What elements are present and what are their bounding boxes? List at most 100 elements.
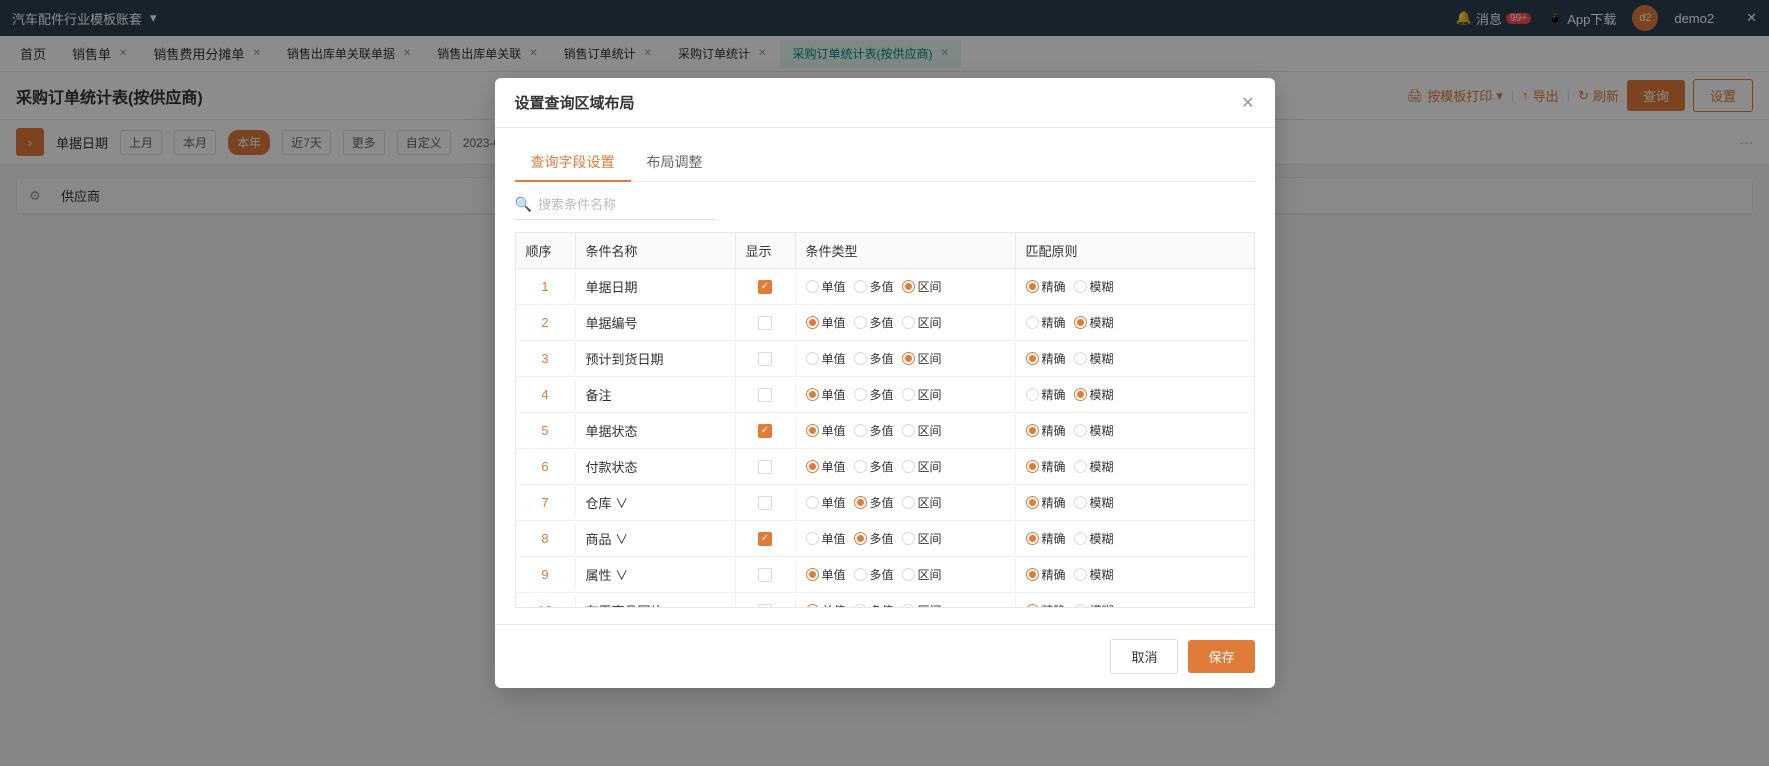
row-display[interactable] xyxy=(736,524,796,554)
type-multi[interactable]: 多值 xyxy=(854,602,894,608)
radio-range[interactable] xyxy=(902,424,915,437)
match-fuzzy[interactable]: 模糊 xyxy=(1074,278,1114,295)
type-range[interactable]: 区间 xyxy=(902,314,942,331)
radio-range[interactable] xyxy=(902,388,915,401)
type-single[interactable]: 单值 xyxy=(806,422,846,439)
row-display[interactable] xyxy=(736,488,796,518)
radio-exact[interactable] xyxy=(1026,388,1039,401)
radio-exact[interactable] xyxy=(1026,352,1039,365)
radio-multi[interactable] xyxy=(854,280,867,293)
type-multi[interactable]: 多值 xyxy=(854,530,894,547)
match-exact[interactable]: 精确 xyxy=(1026,530,1066,547)
save-button[interactable]: 保存 xyxy=(1188,640,1254,673)
radio-range[interactable] xyxy=(902,568,915,581)
radio-fuzzy[interactable] xyxy=(1074,424,1087,437)
type-range[interactable]: 区间 xyxy=(902,566,942,583)
type-range[interactable]: 区间 xyxy=(902,494,942,511)
type-single[interactable]: 单值 xyxy=(806,530,846,547)
cancel-button[interactable]: 取消 xyxy=(1110,639,1178,674)
radio-fuzzy[interactable] xyxy=(1074,460,1087,473)
type-multi[interactable]: 多值 xyxy=(854,566,894,583)
match-fuzzy[interactable]: 模糊 xyxy=(1074,566,1114,583)
row-display[interactable] xyxy=(736,596,796,609)
radio-exact[interactable] xyxy=(1026,316,1039,329)
tab-field-settings[interactable]: 查询字段设置 xyxy=(515,144,631,182)
radio-single[interactable] xyxy=(806,460,819,473)
type-multi[interactable]: 多值 xyxy=(854,458,894,475)
radio-exact[interactable] xyxy=(1026,496,1039,509)
radio-multi[interactable] xyxy=(854,532,867,545)
type-range[interactable]: 区间 xyxy=(902,458,942,475)
radio-exact[interactable] xyxy=(1026,424,1039,437)
match-fuzzy[interactable]: 模糊 xyxy=(1074,458,1114,475)
type-range[interactable]: 区间 xyxy=(902,278,942,295)
type-multi[interactable]: 多值 xyxy=(854,386,894,403)
radio-single[interactable] xyxy=(806,496,819,509)
type-range[interactable]: 区间 xyxy=(902,530,942,547)
display-checkbox[interactable] xyxy=(758,280,772,294)
type-single[interactable]: 单值 xyxy=(806,494,846,511)
radio-single[interactable] xyxy=(806,352,819,365)
row-display[interactable] xyxy=(736,452,796,482)
display-checkbox[interactable] xyxy=(758,424,772,438)
radio-fuzzy[interactable] xyxy=(1074,352,1087,365)
match-exact[interactable]: 精确 xyxy=(1026,386,1066,403)
radio-multi[interactable] xyxy=(854,568,867,581)
row-display[interactable] xyxy=(736,560,796,590)
radio-range[interactable] xyxy=(902,460,915,473)
match-exact[interactable]: 精确 xyxy=(1026,422,1066,439)
match-exact[interactable]: 精确 xyxy=(1026,458,1066,475)
radio-range[interactable] xyxy=(902,280,915,293)
type-single[interactable]: 单值 xyxy=(806,386,846,403)
type-range[interactable]: 区间 xyxy=(902,386,942,403)
match-exact[interactable]: 精确 xyxy=(1026,314,1066,331)
radio-multi[interactable] xyxy=(854,316,867,329)
match-fuzzy[interactable]: 模糊 xyxy=(1074,386,1114,403)
radio-range[interactable] xyxy=(902,352,915,365)
radio-range[interactable] xyxy=(902,496,915,509)
radio-single[interactable] xyxy=(806,280,819,293)
radio-range[interactable] xyxy=(902,532,915,545)
match-exact[interactable]: 精确 xyxy=(1026,350,1066,367)
radio-fuzzy[interactable] xyxy=(1074,316,1087,329)
type-single[interactable]: 单值 xyxy=(806,350,846,367)
radio-exact[interactable] xyxy=(1026,604,1039,608)
radio-fuzzy[interactable] xyxy=(1074,568,1087,581)
radio-multi[interactable] xyxy=(854,496,867,509)
display-checkbox[interactable] xyxy=(758,388,772,402)
row-display[interactable] xyxy=(736,416,796,446)
display-checkbox[interactable] xyxy=(758,460,772,474)
radio-exact[interactable] xyxy=(1026,532,1039,545)
radio-fuzzy[interactable] xyxy=(1074,388,1087,401)
type-range[interactable]: 区间 xyxy=(902,602,942,608)
radio-exact[interactable] xyxy=(1026,280,1039,293)
match-fuzzy[interactable]: 模糊 xyxy=(1074,494,1114,511)
type-single[interactable]: 单值 xyxy=(806,566,846,583)
display-checkbox[interactable] xyxy=(758,316,772,330)
radio-multi[interactable] xyxy=(854,352,867,365)
type-multi[interactable]: 多值 xyxy=(854,350,894,367)
type-multi[interactable]: 多值 xyxy=(854,422,894,439)
match-exact[interactable]: 精确 xyxy=(1026,602,1066,608)
radio-multi[interactable] xyxy=(854,424,867,437)
radio-single[interactable] xyxy=(806,316,819,329)
radio-multi[interactable] xyxy=(854,460,867,473)
radio-single[interactable] xyxy=(806,424,819,437)
radio-range[interactable] xyxy=(902,316,915,329)
match-fuzzy[interactable]: 模糊 xyxy=(1074,530,1114,547)
radio-single[interactable] xyxy=(806,604,819,608)
radio-single[interactable] xyxy=(806,532,819,545)
display-checkbox[interactable] xyxy=(758,568,772,582)
radio-fuzzy[interactable] xyxy=(1074,280,1087,293)
modal-close-button[interactable]: ✕ xyxy=(1241,93,1254,113)
row-display[interactable] xyxy=(736,380,796,410)
type-single[interactable]: 单值 xyxy=(806,278,846,295)
row-display[interactable] xyxy=(736,344,796,374)
radio-single[interactable] xyxy=(806,388,819,401)
match-exact[interactable]: 精确 xyxy=(1026,278,1066,295)
match-exact[interactable]: 精确 xyxy=(1026,494,1066,511)
type-range[interactable]: 区间 xyxy=(902,350,942,367)
radio-range[interactable] xyxy=(902,604,915,608)
row-display[interactable] xyxy=(736,272,796,302)
type-single[interactable]: 单值 xyxy=(806,458,846,475)
